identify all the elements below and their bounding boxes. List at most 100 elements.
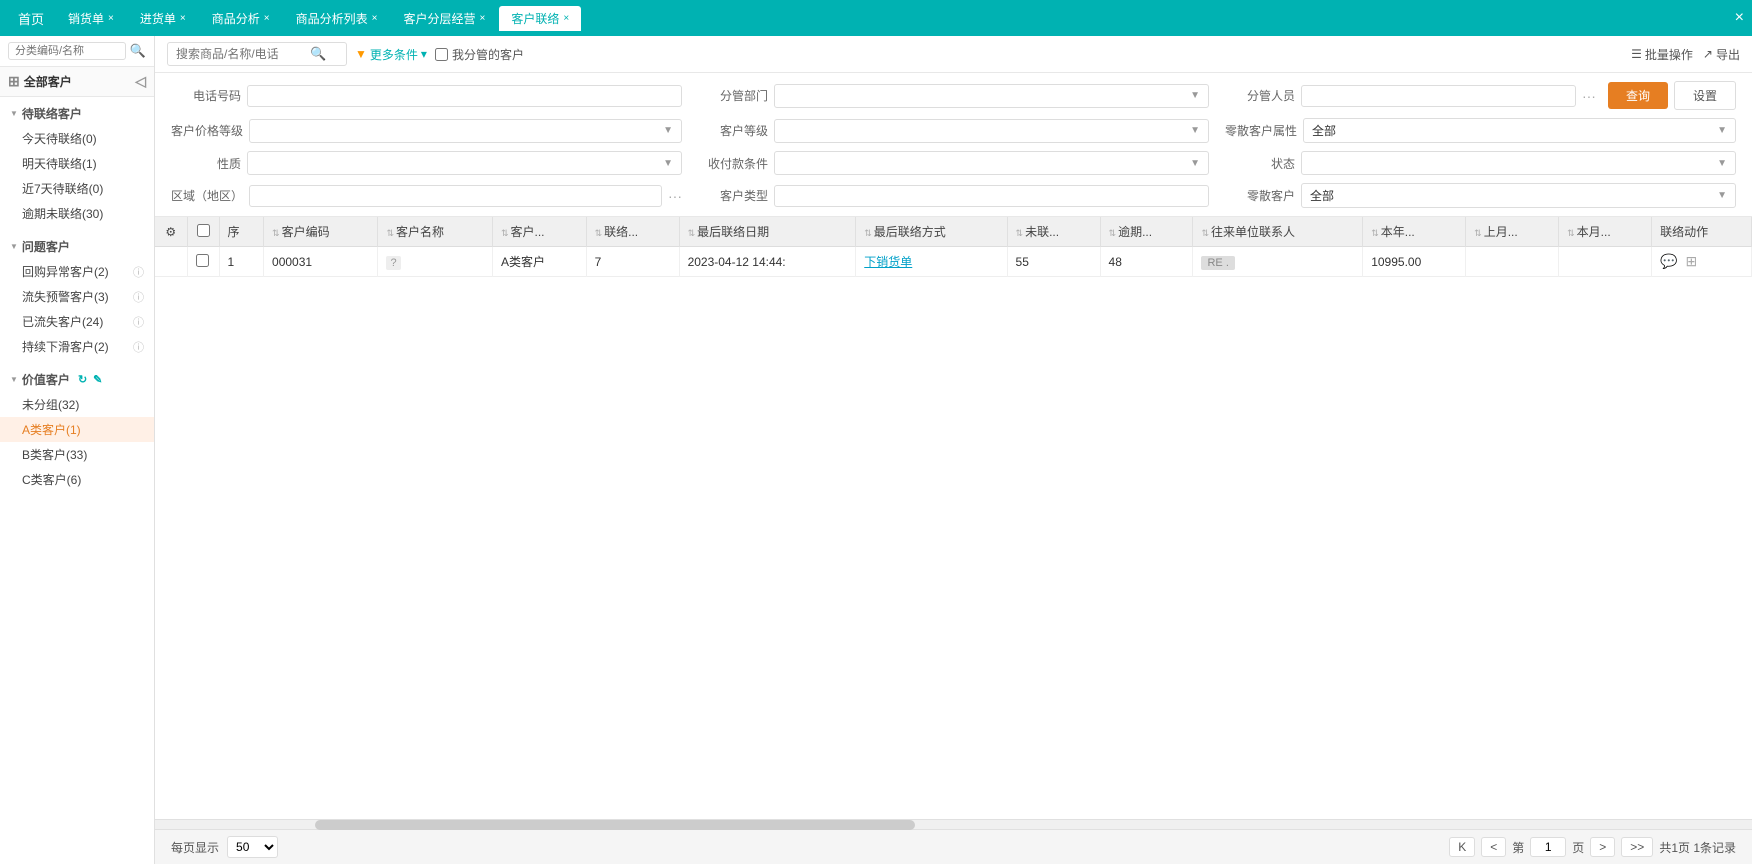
sidebar-item-churn-warning[interactable]: 流失预警客户(3) ⓘ — [0, 284, 154, 309]
nav-tab-product-list[interactable]: 商品分析列表 × — [284, 6, 390, 31]
close-product-tab-icon[interactable]: × — [264, 13, 270, 24]
customer-avatar: ? — [386, 256, 400, 270]
page-number-input[interactable] — [1530, 837, 1566, 857]
first-page-button[interactable]: K — [1449, 837, 1475, 857]
sidebar-item-today[interactable]: 今天待联络(0) — [0, 126, 154, 151]
batch-op-button[interactable]: ☰ 批量操作 — [1631, 46, 1693, 63]
sidebar: 🔍 ⊞ 全部客户 ◁ ▼ 待联络客户 今天待联络(0) 明天待联络(1) 近7天… — [0, 36, 155, 864]
sidebar-collapse-icon[interactable]: ◁ — [135, 73, 146, 90]
row-this-month — [1559, 247, 1652, 277]
prev-page-button[interactable]: < — [1481, 837, 1506, 857]
sidebar-item-7days[interactable]: 近7天待联络(0) — [0, 176, 154, 201]
message-icon[interactable]: 💬 — [1660, 253, 1677, 270]
scatter-attr-select[interactable]: 全部 ▼ — [1303, 118, 1736, 143]
sidebar-item-class-b[interactable]: B类客户(33) — [0, 442, 154, 467]
close-purchase-tab-icon[interactable]: × — [180, 13, 186, 24]
my-customers-checkbox[interactable]: 我分管的客户 — [435, 46, 524, 63]
row-gear — [155, 247, 187, 277]
select-all-checkbox[interactable] — [197, 224, 210, 237]
price-level-select[interactable]: ▼ — [249, 119, 682, 143]
nature-arrow: ▼ — [663, 158, 673, 169]
nav-tab-sales[interactable]: 销货单 × — [56, 6, 126, 31]
pending-contact-title[interactable]: ▼ 待联络客户 — [0, 101, 154, 126]
pending-arrow-icon: ▼ — [10, 109, 18, 118]
search-icon[interactable]: 🔍 — [310, 46, 326, 62]
export-button[interactable]: ↗ 导出 — [1703, 46, 1740, 63]
customer-type-input[interactable] — [774, 185, 1209, 207]
last-page-button[interactable]: >> — [1621, 837, 1653, 857]
filter-row-nature: 性质 ▼ — [171, 151, 682, 175]
edit-icon[interactable]: ✎ — [93, 373, 102, 386]
sidebar-item-overdue[interactable]: 逾期未联络(30) — [0, 201, 154, 226]
info-icon-churn: ⓘ — [133, 289, 144, 305]
next-page-button[interactable]: > — [1590, 837, 1615, 857]
row-last-method[interactable]: 下销货单 — [856, 247, 1007, 277]
row-class: A类客户 — [492, 247, 586, 277]
value-customers-section: ▼ 价值客户 ↻ ✎ 未分组(32) A类客户(1) B类客户(33) C类客户… — [0, 363, 154, 496]
close-sales-tab-icon[interactable]: × — [108, 13, 114, 24]
col-index: 序 — [219, 217, 264, 247]
close-window-icon[interactable]: × — [1735, 9, 1744, 27]
manager-input[interactable] — [1301, 85, 1576, 107]
table-container: ⚙ 序 ⇅客户编码 ⇅客户名称 ⇅客户... ⇅联络... ⇅最后联络日期 ⇅最… — [155, 217, 1752, 819]
my-customers-check[interactable] — [435, 48, 448, 61]
manager-more-icon[interactable]: ··· — [1582, 88, 1596, 104]
sidebar-search-icon[interactable]: 🔍 — [130, 43, 146, 59]
sidebar-item-declining[interactable]: 持续下滑客户(2) ⓘ — [0, 334, 154, 359]
status-select[interactable]: ▼ — [1301, 151, 1736, 175]
scatter-select[interactable]: 全部 ▼ — [1301, 183, 1736, 208]
nav-tab-product-analysis[interactable]: 商品分析 × — [200, 6, 282, 31]
refresh-icon[interactable]: ↻ — [78, 373, 87, 386]
search-input[interactable] — [176, 47, 306, 61]
scrollbar-thumb[interactable] — [315, 820, 915, 830]
dept-select[interactable]: ▼ — [774, 84, 1209, 108]
qr-icon[interactable]: ⊞ — [1686, 253, 1698, 270]
phone-input[interactable] — [247, 85, 682, 107]
row-this-year: 10995.00 — [1363, 247, 1466, 277]
row-select-checkbox[interactable] — [196, 254, 209, 267]
sidebar-item-class-c[interactable]: C类客户(6) — [0, 467, 154, 492]
info-icon-declining: ⓘ — [133, 339, 144, 355]
table-header-row: ⚙ 序 ⇅客户编码 ⇅客户名称 ⇅客户... ⇅联络... ⇅最后联络日期 ⇅最… — [155, 217, 1752, 247]
region-more-icon[interactable]: ··· — [668, 188, 682, 204]
more-conditions-button[interactable]: ▼ 更多条件 ▾ — [355, 46, 427, 63]
sidebar-item-unclassified[interactable]: 未分组(32) — [0, 392, 154, 417]
value-customers-title[interactable]: ▼ 价值客户 ↻ ✎ — [0, 367, 154, 392]
payment-select[interactable]: ▼ — [774, 151, 1209, 175]
gear-icon[interactable]: ⚙ — [165, 225, 176, 239]
content-area: 🔍 ▼ 更多条件 ▾ 我分管的客户 ☰ 批量操作 ↗ 导出 — [155, 36, 1752, 864]
sidebar-item-repurchase-abnormal[interactable]: 回购异常客户(2) ⓘ — [0, 259, 154, 284]
customer-level-select[interactable]: ▼ — [774, 119, 1209, 143]
row-unit-contact: RE . — [1193, 247, 1363, 277]
sidebar-search-bar: 🔍 — [0, 36, 154, 67]
filter-row-manager: 分管人员 ··· 查询 设置 — [1225, 81, 1736, 110]
nav-tab-home[interactable]: 首页 — [8, 5, 54, 32]
info-icon-churned: ⓘ — [133, 314, 144, 330]
horizontal-scrollbar[interactable] — [155, 819, 1752, 829]
sidebar-item-churned[interactable]: 已流失客户(24) ⓘ — [0, 309, 154, 334]
settings-button[interactable]: 设置 — [1674, 81, 1736, 110]
col-this-month: ⇅本月... — [1559, 217, 1652, 247]
filter-row-customer-level: 客户等级 ▼ — [698, 118, 1209, 143]
nav-tab-customer-contact[interactable]: 客户联络 × — [499, 6, 581, 31]
query-button[interactable]: 查询 — [1608, 82, 1668, 109]
close-segment-tab-icon[interactable]: × — [479, 13, 485, 24]
action-icons-group: 💬 ⊞ — [1660, 253, 1743, 270]
nav-tab-customer-segment[interactable]: 客户分层经营 × — [391, 6, 497, 31]
col-name: ⇅客户名称 — [378, 217, 492, 247]
filter-icon-orange: ▼ — [355, 47, 367, 61]
top-nav: 首页 销货单 × 进货单 × 商品分析 × 商品分析列表 × 客户分层经营 × … — [0, 0, 1752, 36]
page-size-select[interactable]: 50 100 200 — [227, 836, 278, 858]
close-product-list-tab-icon[interactable]: × — [372, 13, 378, 24]
nav-tab-purchase[interactable]: 进货单 × — [128, 6, 198, 31]
region-input[interactable] — [249, 185, 662, 207]
nature-select[interactable]: ▼ — [247, 151, 682, 175]
page-size-area: 每页显示 50 100 200 — [171, 836, 278, 858]
sidebar-item-class-a[interactable]: A类客户(1) — [0, 417, 154, 442]
col-overdue: ⇅逾期... — [1100, 217, 1193, 247]
sidebar-search-input[interactable] — [8, 42, 126, 60]
close-contact-tab-icon[interactable]: × — [563, 13, 569, 24]
sidebar-item-tomorrow[interactable]: 明天待联络(1) — [0, 151, 154, 176]
problem-customers-title[interactable]: ▼ 问题客户 — [0, 234, 154, 259]
last-method-link[interactable]: 下销货单 — [864, 255, 912, 269]
